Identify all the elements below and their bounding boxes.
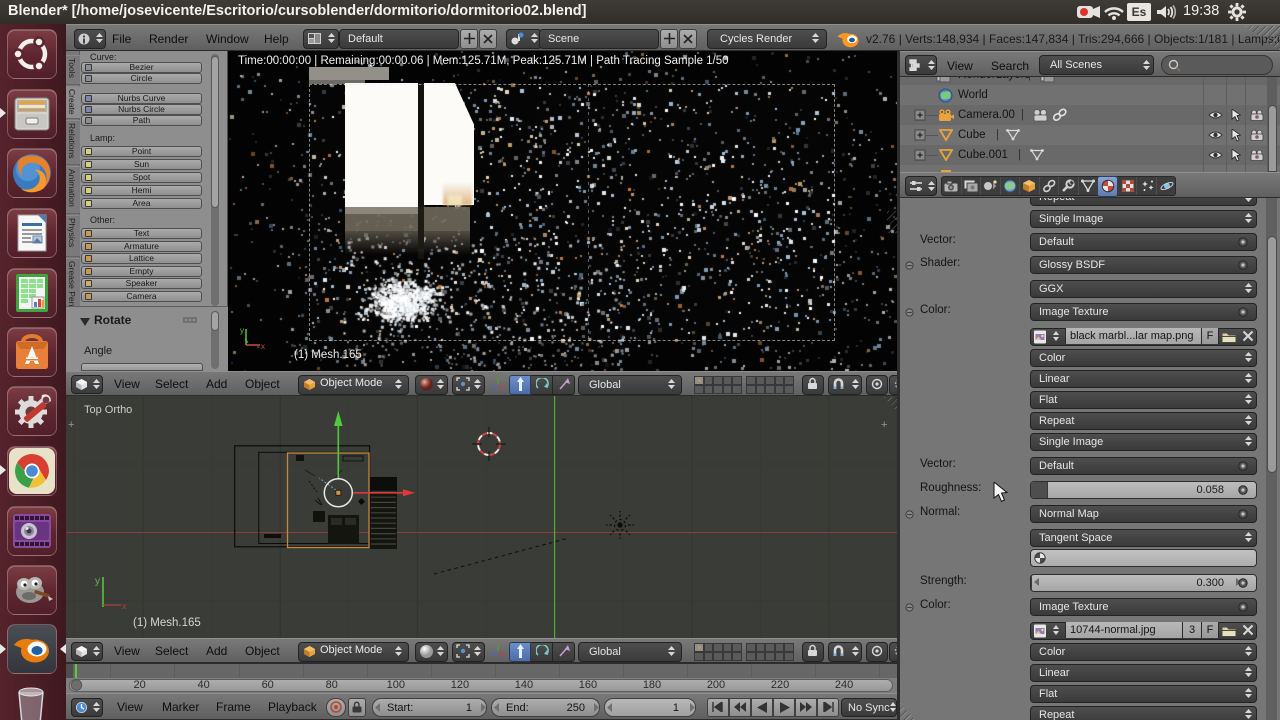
- svg-text:x: x: [122, 601, 127, 611]
- svg-text:+: +: [68, 419, 74, 431]
- svg-text:y: y: [240, 326, 244, 335]
- svg-text:Top Ortho: Top Ortho: [84, 404, 132, 416]
- svg-text:+: +: [881, 419, 887, 431]
- svg-text:x: x: [261, 342, 265, 351]
- svg-text:y: y: [95, 576, 100, 587]
- svg-text:(1) Mesh.165: (1) Mesh.165: [133, 617, 201, 629]
